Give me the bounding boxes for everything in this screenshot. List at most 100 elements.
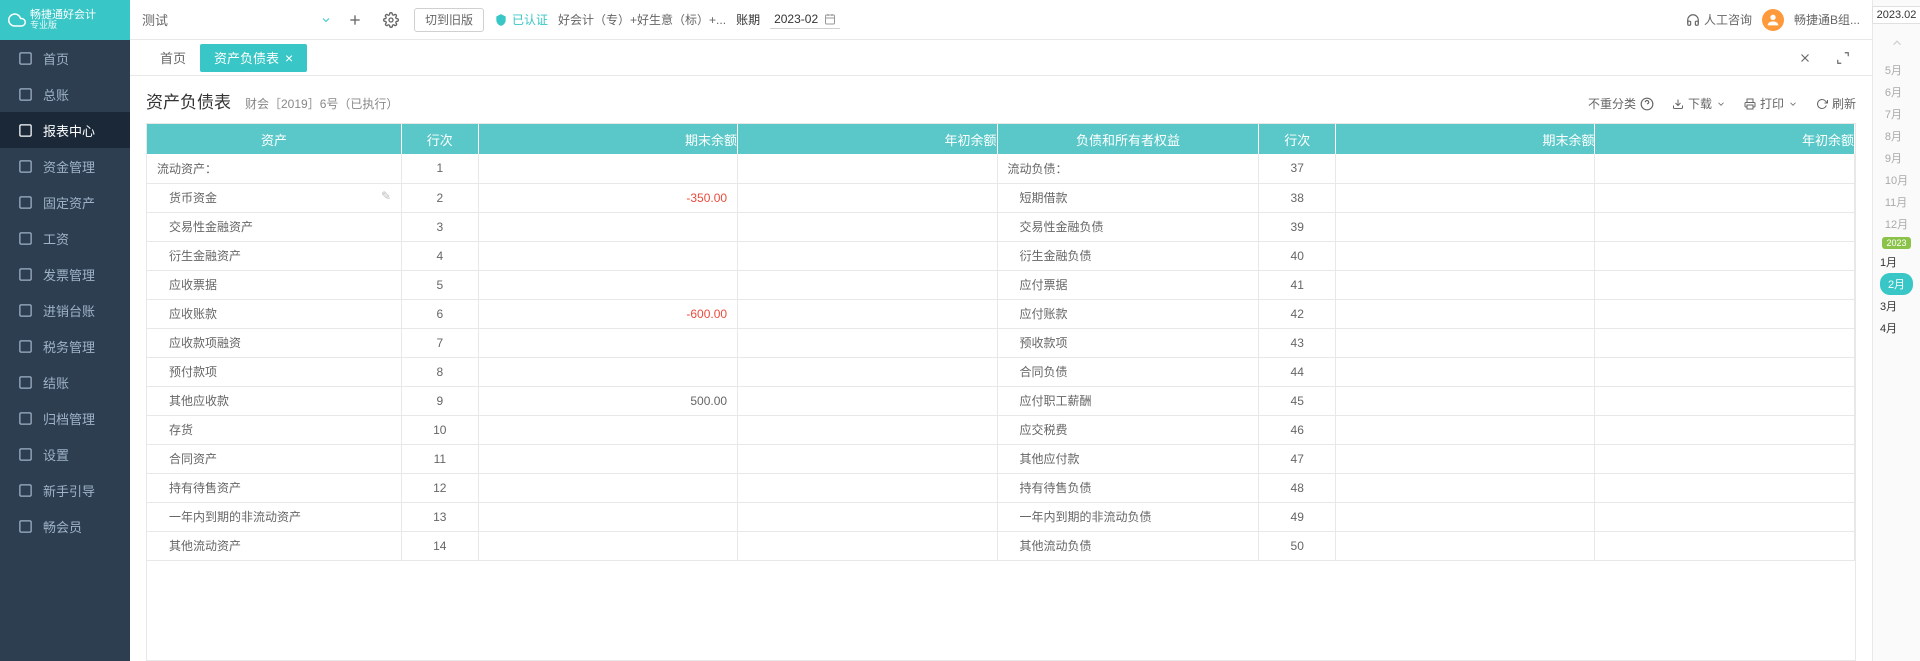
home-icon [18,51,33,66]
chevron-up-icon [1890,36,1904,50]
cloud-icon [8,11,26,29]
month-item[interactable]: 10月 [1885,169,1908,191]
add-button[interactable] [342,7,368,33]
cube-icon [18,195,33,210]
month-item[interactable]: 9月 [1885,147,1908,169]
refresh-icon [1816,98,1828,110]
table-row[interactable]: 衍生金融资产4衍生金融负债40 [147,241,1855,270]
close-icon[interactable]: × [285,50,293,66]
close-all-button[interactable] [1792,45,1818,71]
period-head[interactable]: 2023.02 [1872,6,1920,24]
table-row[interactable]: 应收账款6-600.00应付账款42 [147,299,1855,328]
inventory-icon [18,303,33,318]
sidebar-item-7[interactable]: 进销台账 [0,292,130,328]
download-button[interactable]: 下载 [1672,95,1726,112]
wallet-icon [18,159,33,174]
play-icon [18,483,33,498]
user-name: 畅捷通B组... [1794,11,1860,28]
sidebar-item-6[interactable]: 发票管理 [0,256,130,292]
period-prev[interactable] [1890,36,1904,55]
th-row: 行次 [402,124,479,154]
gear-icon [18,447,33,462]
lock-icon [18,375,33,390]
tax-icon [18,339,33,354]
table-row[interactable]: 货币资金✎2-350.00短期借款38 [147,183,1855,212]
table-row[interactable]: 交易性金融资产3交易性金融负债39 [147,212,1855,241]
table-row[interactable]: 合同资产11其他应付款47 [147,444,1855,473]
card-icon [18,231,33,246]
main: 测试 切到旧版 已认证 好会计（专）+好生意（标）+... 账期 2023-02… [130,0,1872,661]
sidebar-item-0[interactable]: 首页 [0,40,130,76]
sidebar-item-5[interactable]: 工资 [0,220,130,256]
sidebar-item-13[interactable]: 畅会员 [0,508,130,544]
brand-sub: 专业版 [30,21,96,31]
table-row[interactable]: 预付款项8合同负债44 [147,357,1855,386]
chevron-down-icon [320,14,332,26]
table-row[interactable]: 应收款项融资7预收款项43 [147,328,1855,357]
month-item[interactable]: 8月 [1885,125,1908,147]
period-label: 账期 [736,11,760,28]
book-icon [18,87,33,102]
sidebar: 畅捷通好会计 专业版 首页总账报表中心资金管理固定资产工资发票管理进销台账税务管… [0,0,130,661]
page-title: 资产负债表 [146,88,231,113]
user-icon [1765,12,1781,28]
tab-home[interactable]: 首页 [146,44,200,72]
th-end2: 期末余额 [1336,124,1595,154]
th-start2: 年初余额 [1595,124,1855,154]
print-button[interactable]: 打印 [1744,95,1798,112]
page-subtitle: 财会［2019］6号（已执行） [245,95,398,112]
table-row[interactable]: 其他流动资产14其他流动负债50 [147,531,1855,560]
table-row[interactable]: 流动资产：1流动负债：37 [147,154,1855,183]
table-row[interactable]: 一年内到期的非流动资产13一年内到期的非流动负债49 [147,502,1855,531]
sidebar-item-1[interactable]: 总账 [0,76,130,112]
sidebar-item-9[interactable]: 结账 [0,364,130,400]
archive-icon [18,411,33,426]
tab-balance-sheet[interactable]: 资产负债表 × [200,44,307,72]
month-item[interactable]: 1月 [1880,251,1913,273]
sidebar-item-12[interactable]: 新手引导 [0,472,130,508]
headset-icon [1686,13,1700,27]
month-item[interactable]: 4月 [1880,317,1913,339]
month-item[interactable]: 2月 [1880,273,1913,295]
table-row[interactable]: 其他应收款9500.00应付职工薪酬45 [147,386,1855,415]
th-end: 期末余额 [478,124,737,154]
sidebar-item-8[interactable]: 税务管理 [0,328,130,364]
topbar: 测试 切到旧版 已认证 好会计（专）+好生意（标）+... 账期 2023-02… [130,0,1872,40]
logo: 畅捷通好会计 专业版 [0,0,130,40]
month-item[interactable]: 6月 [1885,81,1908,103]
balance-sheet-table[interactable]: 资产 行次 期末余额 年初余额 负债和所有者权益 行次 期末余额 年初余额 流动… [146,123,1856,661]
refresh-button[interactable]: 刷新 [1816,95,1856,112]
table-row[interactable]: 持有待售资产12持有待售负债48 [147,473,1855,502]
company-select[interactable]: 测试 [142,7,332,33]
sidebar-item-2[interactable]: 报表中心 [0,112,130,148]
sidebar-item-10[interactable]: 归档管理 [0,400,130,436]
expand-icon [1836,51,1850,65]
month-item[interactable]: 5月 [1885,59,1908,81]
calendar-icon [824,13,836,25]
table-row[interactable]: 存货10应交税费46 [147,415,1855,444]
month-item[interactable]: 3月 [1880,295,1913,317]
table-row[interactable]: 应收票据5应付票据41 [147,270,1855,299]
th-asset: 资产 [147,124,402,154]
invoice-icon [18,267,33,282]
old-version-button[interactable]: 切到旧版 [414,8,484,32]
period-panel: 2023.02 5月6月7月8月9月10月11月12月 2023 1月2月3月4… [1872,0,1920,661]
plan-text: 好会计（专）+好生意（标）+... [558,11,726,28]
consult-button[interactable]: 人工咨询 [1686,11,1752,28]
x-icon [1798,51,1812,65]
edit-icon[interactable]: ✎ [381,189,391,203]
certified-badge: 已认证 [494,11,548,28]
settings-button[interactable] [378,7,404,33]
sidebar-item-3[interactable]: 资金管理 [0,148,130,184]
month-item[interactable]: 11月 [1885,191,1908,213]
avatar[interactable] [1762,9,1784,31]
th-liab: 负债和所有者权益 [997,124,1259,154]
reclass-toggle[interactable]: 不重分类 [1588,95,1654,112]
month-item[interactable]: 12月 [1885,213,1908,235]
sidebar-item-4[interactable]: 固定资产 [0,184,130,220]
sidebar-item-11[interactable]: 设置 [0,436,130,472]
chevron-down-icon [1716,99,1726,109]
fullscreen-button[interactable] [1830,45,1856,71]
period-select[interactable]: 2023-02 [770,10,840,29]
month-item[interactable]: 7月 [1885,103,1908,125]
